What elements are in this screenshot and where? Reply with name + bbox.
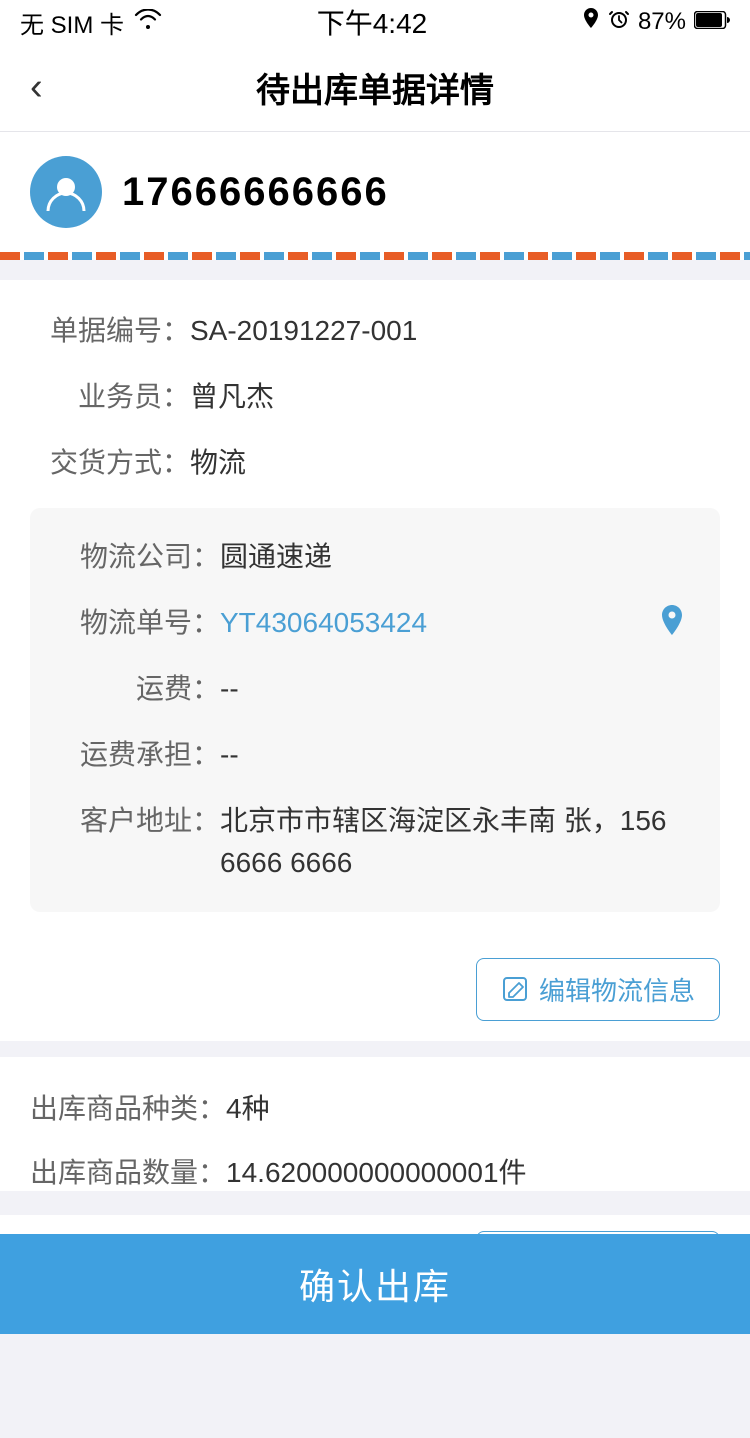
goods-quantity-row: 出库商品数量： 14.620000000000001件 <box>30 1151 720 1191</box>
logistics-company-value: 圆通速递 <box>220 536 690 578</box>
edit-logistics-row: 编辑物流信息 <box>0 942 750 1041</box>
status-bar: 无 SIM 卡 下午4:42 87% <box>0 0 750 44</box>
battery-icon <box>694 8 730 36</box>
bottom-bar: 确认出库 <box>0 1234 750 1334</box>
dashed-divider <box>0 252 750 260</box>
freight-row: 运费： -- <box>60 668 690 710</box>
logistics-card: 物流公司： 圆通速递 物流单号： YT43064053424 运费： -- 运费… <box>30 508 720 912</box>
status-bar-left: 无 SIM 卡 <box>20 5 162 40</box>
logistics-company-label: 物流公司： <box>60 536 220 578</box>
location-status-icon <box>582 8 600 37</box>
wifi-icon <box>134 8 162 36</box>
address-value: 北京市市辖区海淀区永丰南 张，156 6666 6666 <box>220 800 690 884</box>
battery-text: 87% <box>638 8 686 36</box>
freight-bearer-value: -- <box>220 734 690 776</box>
status-bar-time: 下午4:42 <box>317 2 428 42</box>
user-header: 17666666666 <box>0 132 750 252</box>
tracking-location-icon[interactable] <box>654 602 690 638</box>
goods-type-row: 出库商品种类： 4种 <box>30 1087 720 1127</box>
delivery-type-label: 交货方式： <box>30 442 190 484</box>
edit-logistics-button[interactable]: 编辑物流信息 <box>476 958 720 1021</box>
goods-type-label: 出库商品种类： <box>30 1087 226 1127</box>
back-button[interactable]: ‹ <box>30 66 43 109</box>
confirm-outbound-button[interactable]: 确认出库 <box>0 1234 750 1334</box>
order-no-row: 单据编号： SA-20191227-001 <box>30 310 720 352</box>
goods-quantity-label: 出库商品数量： <box>30 1151 226 1191</box>
user-avatar <box>30 156 102 228</box>
freight-value: -- <box>220 668 690 710</box>
tracking-no-label: 物流单号： <box>60 602 220 644</box>
freight-label: 运费： <box>60 668 220 710</box>
order-no-value: SA-20191227-001 <box>190 310 720 352</box>
edit-icon <box>501 975 531 1005</box>
salesman-row: 业务员： 曾凡杰 <box>30 376 720 418</box>
delivery-type-value: 物流 <box>190 442 720 484</box>
goods-section: 出库商品种类： 4种 出库商品数量： 14.620000000000001件 <box>0 1057 750 1191</box>
address-row: 客户地址： 北京市市辖区海淀区永丰南 张，156 6666 6666 <box>60 800 690 884</box>
nav-bar: ‹ 待出库单据详情 <box>0 44 750 132</box>
alarm-icon <box>608 8 630 37</box>
page-title: 待出库单据详情 <box>256 63 494 112</box>
user-phone: 17666666666 <box>122 170 389 215</box>
order-no-label: 单据编号： <box>30 310 190 352</box>
delivery-type-row: 交货方式： 物流 <box>30 442 720 484</box>
tracking-no-value: YT43064053424 <box>220 602 644 644</box>
order-info-section: 单据编号： SA-20191227-001 业务员： 曾凡杰 交货方式： 物流 … <box>0 280 750 942</box>
salesman-label: 业务员： <box>30 376 190 418</box>
salesman-value: 曾凡杰 <box>190 376 720 418</box>
goods-quantity-value: 14.620000000000001件 <box>226 1151 720 1191</box>
freight-bearer-row: 运费承担： -- <box>60 734 690 776</box>
tracking-no-row: 物流单号： YT43064053424 <box>60 602 690 644</box>
address-label: 客户地址： <box>60 800 220 842</box>
section-separator-1 <box>0 1041 750 1057</box>
goods-type-value: 4种 <box>226 1087 720 1127</box>
logistics-company-row: 物流公司： 圆通速递 <box>60 536 690 578</box>
freight-bearer-label: 运费承担： <box>60 734 220 776</box>
edit-logistics-label: 编辑物流信息 <box>539 971 695 1008</box>
carrier-text: 无 SIM 卡 <box>20 5 124 40</box>
status-bar-right: 87% <box>582 8 730 37</box>
